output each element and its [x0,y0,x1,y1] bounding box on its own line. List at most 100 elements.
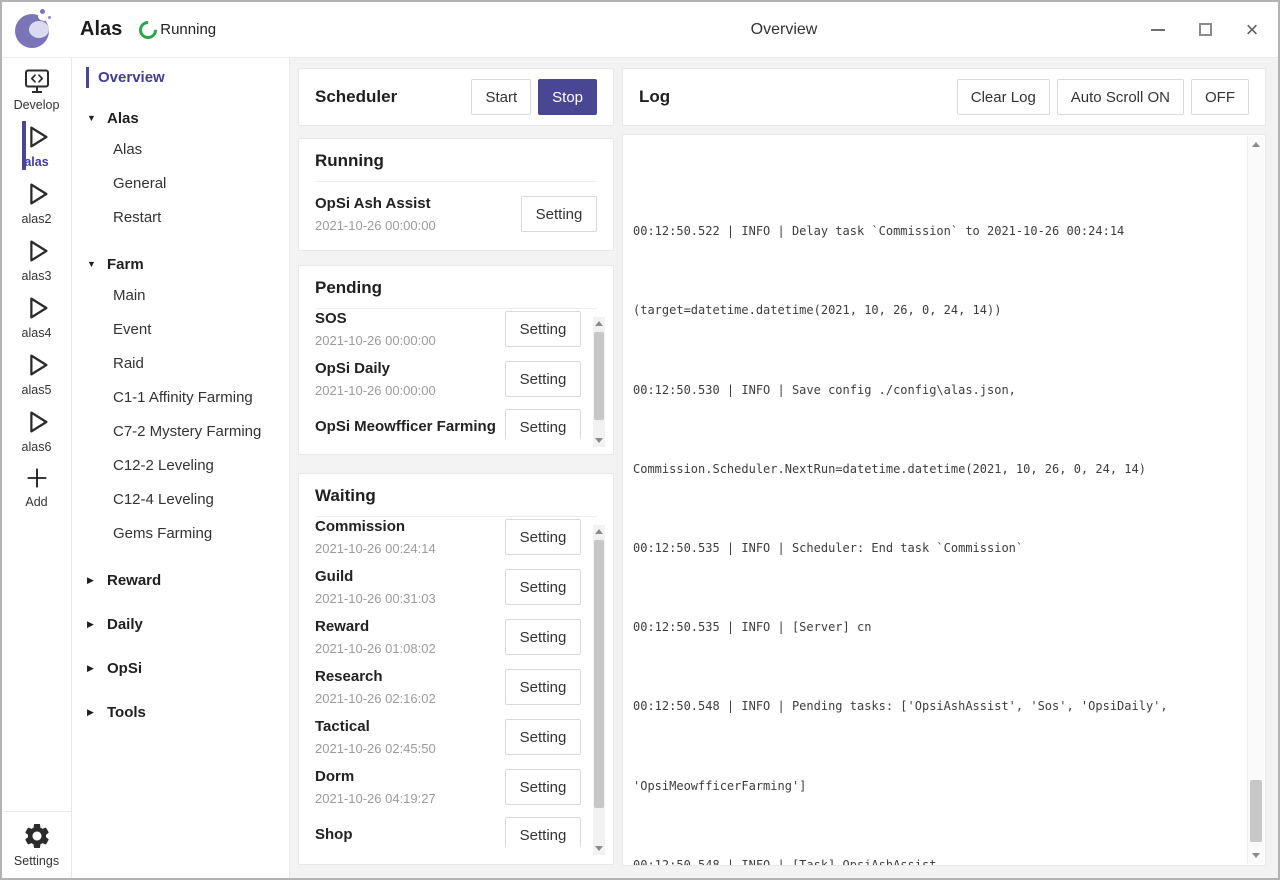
scrollbar-thumb[interactable] [594,540,604,808]
play-icon [22,407,52,437]
task-info: Tactical 2021-10-26 02:45:50 [315,717,505,757]
scheduler-buttons: Start Stop [471,79,597,115]
pending-scrollbar[interactable] [593,317,605,447]
clear-log-button[interactable]: Clear Log [957,79,1050,115]
task-next-run: 2021-10-26 00:00:00 [315,332,497,349]
running-title: Running [315,151,597,182]
scheduler-card: Scheduler Start Stop [298,68,614,126]
rail-item-develop[interactable]: Develop [2,64,71,116]
sidebar-item[interactable]: General [72,166,289,200]
sidebar-group-header[interactable]: ▶ Reward [72,566,289,594]
task-row: OpSi Meowfficer Farming Setting [315,409,581,439]
autoscroll-off-button[interactable]: OFF [1191,79,1249,115]
sidebar-item-overview[interactable]: Overview [86,67,289,88]
setting-button[interactable]: Setting [505,569,581,605]
setting-button[interactable]: Setting [505,311,581,347]
scrollbar-thumb[interactable] [1250,780,1262,842]
log-line: 00:12:50.548 | INFO | Pending tasks: ['O… [633,697,1239,717]
log-column: Log Clear Log Auto Scroll ON OFF 00:12:5… [622,68,1266,866]
scroll-up-icon[interactable] [1252,142,1260,147]
scheduler-column: Scheduler Start Stop Running OpSi Ash As [298,68,614,866]
sidebar-item[interactable]: Restart [72,200,289,234]
settings-button[interactable]: Settings [2,811,71,878]
autoscroll-on-button[interactable]: Auto Scroll ON [1057,79,1184,115]
rail-instance[interactable]: alas3 [22,232,52,287]
rail-instance[interactable]: alas [22,118,52,173]
log-scrollbar[interactable] [1247,136,1264,864]
page-title: Overview [290,21,1278,39]
sidebar-item[interactable]: C1-1 Affinity Farming [72,380,289,414]
scroll-down-icon[interactable] [1252,853,1260,858]
rail-item-label: Add [25,495,47,509]
scroll-down-icon[interactable] [595,846,603,851]
sidebar-item[interactable]: C7-2 Mystery Farming [72,414,289,448]
sidebar-item[interactable]: Main [72,278,289,312]
task-name: Research [315,667,497,687]
waiting-card: Waiting Commission 2021-10-26 00:24:14 [298,473,614,865]
sidebar-group: ▶ OpSi [72,654,289,682]
scroll-up-icon[interactable] [595,321,603,326]
setting-button[interactable]: Setting [521,196,597,232]
minimize-button[interactable] [1148,20,1168,40]
rail-instance[interactable]: alas5 [22,346,52,401]
sidebar-group-items: Alas General Restart [72,132,289,234]
task-row: Commission 2021-10-26 00:24:14 Setting [315,517,581,557]
sidebar-groups: ▼ Alas Alas General Restart [72,104,289,726]
close-button[interactable]: × [1242,20,1262,40]
task-info: OpSi Daily 2021-10-26 00:00:00 [315,359,505,399]
task-row: SOS 2021-10-26 00:00:00 Setting [315,309,581,349]
rail-instance[interactable]: alas4 [22,289,52,344]
rail-instance-label: alas2 [22,212,52,226]
setting-button[interactable]: Setting [505,409,581,439]
sidebar-item[interactable]: Event [72,312,289,346]
waiting-scroll-area: Commission 2021-10-26 00:24:14 Setting G… [315,517,605,855]
task-info: OpSi Meowfficer Farming [315,417,505,437]
group-arrow-icon: ▶ [87,575,98,586]
setting-button[interactable]: Setting [505,361,581,397]
settings-label: Settings [14,854,59,868]
log-line: Commission.Scheduler.NextRun=datetime.da… [633,460,1239,480]
setting-button[interactable]: Setting [505,669,581,705]
sidebar-group: ▶ Tools [72,698,289,726]
close-icon: × [1246,20,1259,40]
log-header-card: Log Clear Log Auto Scroll ON OFF [622,68,1266,126]
play-icon [22,179,52,209]
waiting-scrollbar[interactable] [593,525,605,855]
sidebar-group-header[interactable]: ▼ Alas [72,104,289,132]
sidebar-item[interactable]: Alas [72,132,289,166]
task-info: Reward 2021-10-26 01:08:02 [315,617,505,657]
sidebar-group-header[interactable]: ▶ OpSi [72,654,289,682]
rail-instance[interactable]: alas2 [22,175,52,230]
task-row: Reward 2021-10-26 01:08:02 Setting [315,617,581,657]
task-info: Guild 2021-10-26 00:31:03 [315,567,505,607]
sidebar-item[interactable]: C12-2 Leveling [72,448,289,482]
sidebar-group-header[interactable]: ▼ Farm [72,250,289,278]
app-name: Alas [80,18,122,41]
log-line: 00:12:50.535 | INFO | [Server] cn [633,618,1239,638]
scroll-down-icon[interactable] [595,438,603,443]
start-button[interactable]: Start [471,79,531,115]
setting-button[interactable]: Setting [505,519,581,555]
sidebar-item[interactable]: Raid [72,346,289,380]
sidebar-group-header[interactable]: ▶ Tools [72,698,289,726]
rail-instance[interactable]: alas6 [22,403,52,458]
setting-button[interactable]: Setting [505,769,581,805]
waiting-title: Waiting [315,486,597,517]
app-body: Develop alas alas2 [2,58,1278,878]
scheduler-status-label: Running [160,21,216,38]
sidebar-item[interactable]: C12-4 Leveling [72,482,289,516]
setting-button[interactable]: Setting [505,719,581,755]
sidebar-group-header[interactable]: ▶ Daily [72,610,289,638]
setting-button[interactable]: Setting [505,619,581,655]
stop-button[interactable]: Stop [538,79,597,115]
group-arrow-icon: ▶ [87,663,98,674]
maximize-button[interactable] [1195,20,1215,40]
scheduler-title: Scheduler [315,87,397,107]
sidebar-item[interactable]: Gems Farming [72,516,289,550]
sidebar-group-label: Daily [107,616,143,633]
setting-button[interactable]: Setting [505,817,581,847]
task-name: SOS [315,309,497,329]
scrollbar-thumb[interactable] [594,332,604,420]
scroll-up-icon[interactable] [595,529,603,534]
add-instance-button[interactable]: Add [2,460,71,513]
